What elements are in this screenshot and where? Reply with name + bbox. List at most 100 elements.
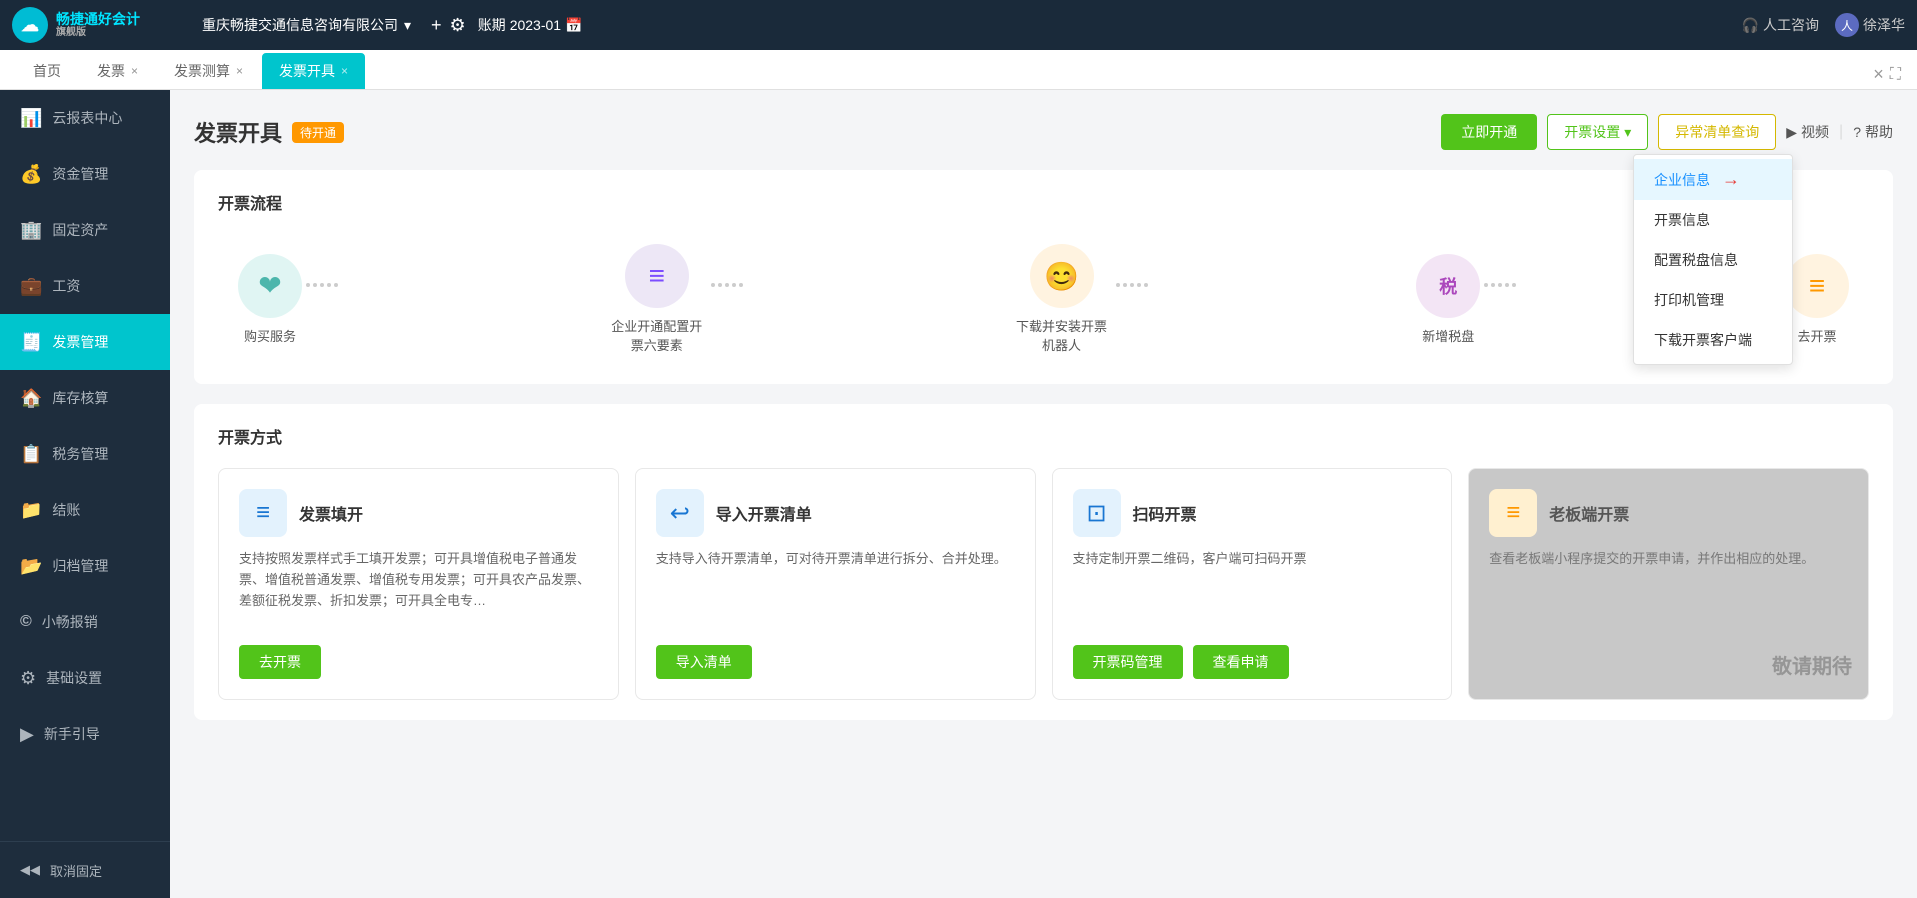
cloud-report-icon: 📊 <box>20 108 42 129</box>
sidebar-item-new-guide[interactable]: ▶ 新手引导 <box>0 706 170 762</box>
sidebar-item-archive-mgmt[interactable]: 📂 归档管理 <box>0 538 170 594</box>
abnormal-list-btn[interactable]: 异常清单查询 <box>1658 114 1776 150</box>
user-profile-btn[interactable]: 人 徐泽华 <box>1835 13 1905 37</box>
step-download-robot-icon: 😊 <box>1030 244 1094 308</box>
page-header: 发票开具 待开通 立即开通 开票设置 ▾ 异常清单查询 ▶ 视频 | ? 帮助 <box>194 114 1893 150</box>
sidebar-payroll-label: 工资 <box>52 276 80 296</box>
step-add-tax-disk: 税 新增税盘 <box>1416 254 1480 345</box>
help-icon: ? <box>1853 124 1861 140</box>
settings-btn[interactable]: 开票设置 ▾ <box>1547 114 1648 150</box>
step-buy-service: ❤ 购买服务 <box>238 254 302 345</box>
step-download-robot-label: 下载并安装开票机器人 <box>1012 316 1112 354</box>
company-selector[interactable]: 重庆畅捷交通信息咨询有限公司 ▾ <box>194 11 419 39</box>
headset-icon: 🎧 <box>1742 17 1759 34</box>
scan-invoice-btns: 开票码管理 查看申请 <box>1073 645 1432 679</box>
scan-invoice-icon: ⊡ <box>1073 489 1121 537</box>
method-card-scan-invoice: ⊡ 扫码开票 支持定制开票二维码，客户端可扫码开票 开票码管理 查看申请 <box>1052 468 1453 700</box>
tab-close-all-icon[interactable]: × <box>1873 64 1884 85</box>
sidebar-scroll: 📊 云报表中心 💰 资金管理 🏢 固定资产 💼 工资 🧾 发票管理 🏠 <box>0 90 170 841</box>
help-btn[interactable]: ? 帮助 <box>1853 122 1893 142</box>
step-open-invoice: ≡ 去开票 <box>1785 254 1849 345</box>
sidebar-item-basic-settings[interactable]: ⚙ 基础设置 <box>0 650 170 706</box>
tab-invoice-calc-close[interactable]: × <box>236 64 243 78</box>
activate-btn[interactable]: 立即开通 <box>1441 114 1537 150</box>
fixed-assets-icon: 🏢 <box>20 220 42 241</box>
sidebar-cancel-fixed-btn[interactable]: ◀◀ 取消固定 <box>0 850 170 890</box>
content-area: 发票开具 待开通 立即开通 开票设置 ▾ 异常清单查询 ▶ 视频 | ? 帮助 <box>170 90 1917 898</box>
user-name: 徐泽华 <box>1863 15 1905 35</box>
video-label: 视频 <box>1801 122 1829 142</box>
tab-invoice-open[interactable]: 发票开具 × <box>262 53 365 89</box>
printer-mgmt-label: 打印机管理 <box>1654 290 1724 310</box>
app-edition: 旗舰版 <box>56 27 140 38</box>
main-layout: 📊 云报表中心 💰 资金管理 🏢 固定资产 💼 工资 🧾 发票管理 🏠 <box>0 90 1917 898</box>
settings-dropdown-menu: 企业信息 → 开票信息 配置税盘信息 打印机管理 下载开票客户端 <box>1633 154 1793 365</box>
tab-invoice-calc[interactable]: 发票测算 × <box>157 53 260 89</box>
sidebar-tax-mgmt-label: 税务管理 <box>52 444 108 464</box>
calendar-icon[interactable]: 📅 <box>565 17 582 34</box>
tab-invoice[interactable]: 发票 × <box>80 53 155 89</box>
scan-invoice-header: ⊡ 扫码开票 <box>1073 489 1432 537</box>
import-invoice-desc: 支持导入待开票清单，可对待开票清单进行拆分、合并处理。 <box>656 549 1015 629</box>
period-value: 2023-01 <box>510 17 561 33</box>
tab-invoice-close[interactable]: × <box>131 64 138 78</box>
sidebar-item-settle[interactable]: 📁 结账 <box>0 482 170 538</box>
step-open-invoice-icon: ≡ <box>1785 254 1849 318</box>
add-icon[interactable]: + <box>431 15 442 36</box>
sidebar-inventory-label: 库存核算 <box>52 388 108 408</box>
play-icon: ▶ <box>1786 124 1797 141</box>
tab-invoice-calc-label: 发票测算 <box>174 61 230 81</box>
sidebar-item-invoice-mgmt[interactable]: 🧾 发票管理 <box>0 314 170 370</box>
method-card-fill-invoice: ≡ 发票填开 支持按照发票样式手工填开发票；可开具增值税电子普通发票、增值税普通… <box>218 468 619 700</box>
fill-invoice-title: 发票填开 <box>299 501 363 525</box>
import-invoice-btn[interactable]: 导入清单 <box>656 645 752 679</box>
top-bar-right: 🎧 人工咨询 人 徐泽华 <box>1742 13 1905 37</box>
fill-invoice-btn[interactable]: 去开票 <box>239 645 321 679</box>
import-invoice-icon: ↩ <box>656 489 704 537</box>
fund-mgmt-icon: 💰 <box>20 164 42 185</box>
new-guide-icon: ▶ <box>20 724 34 745</box>
tab-bar: 首页 发票 × 发票测算 × 发票开具 × × ⛶ <box>0 50 1917 90</box>
invoice-info-label: 开票信息 <box>1654 210 1710 230</box>
divider: | <box>1839 123 1843 141</box>
sidebar-item-tax-mgmt[interactable]: 📋 税务管理 <box>0 426 170 482</box>
step-download-robot: 😊 下载并安装开票机器人 <box>1012 244 1112 354</box>
tab-invoice-open-close[interactable]: × <box>341 64 348 78</box>
video-btn[interactable]: ▶ 视频 <box>1786 122 1829 142</box>
tax-disk-config-label: 配置税盘信息 <box>1654 250 1738 270</box>
dropdown-item-company-info[interactable]: 企业信息 → <box>1634 159 1792 200</box>
scan-invoice-view-apply-btn[interactable]: 查看申请 <box>1193 645 1289 679</box>
unpin-icon: ◀◀ <box>20 862 40 878</box>
dropdown-arrow-icon: → <box>1722 169 1740 190</box>
download-robot-icon: 😊 <box>1044 260 1079 293</box>
sidebar-item-fund-mgmt[interactable]: 💰 资金管理 <box>0 146 170 202</box>
sidebar-item-cloud-report[interactable]: 📊 云报表中心 <box>0 90 170 146</box>
basic-settings-icon: ⚙ <box>20 668 36 689</box>
dropdown-item-tax-disk-config[interactable]: 配置税盘信息 <box>1634 240 1792 280</box>
settings-icon[interactable]: ⚙ <box>450 15 466 36</box>
tab-fullscreen-icon[interactable]: ⛶ <box>1890 66 1901 84</box>
method-card-import-invoice: ↩ 导入开票清单 支持导入待开票清单，可对待开票清单进行拆分、合并处理。 导入清… <box>635 468 1036 700</box>
sidebar-item-payroll[interactable]: 💼 工资 <box>0 258 170 314</box>
scan-invoice-code-mgmt-btn[interactable]: 开票码管理 <box>1073 645 1183 679</box>
sidebar-bottom: ◀◀ 取消固定 <box>0 841 170 898</box>
sidebar-cloud-report-label: 云报表中心 <box>52 108 122 128</box>
inventory-icon: 🏠 <box>20 388 42 409</box>
fill-invoice-desc: 支持按照发票样式手工填开发票；可开具增值税电子普通发票、增值税普通发票、增值税专… <box>239 549 598 629</box>
fill-invoice-header: ≡ 发票填开 <box>239 489 598 537</box>
archive-mgmt-icon: 📂 <box>20 556 42 577</box>
dropdown-item-invoice-info[interactable]: 开票信息 <box>1634 200 1792 240</box>
import-invoice-header: ↩ 导入开票清单 <box>656 489 1015 537</box>
dropdown-item-download-client[interactable]: 下载开票客户端 <box>1634 320 1792 360</box>
page-actions: 立即开通 开票设置 ▾ 异常清单查询 ▶ 视频 | ? 帮助 <box>1441 114 1893 150</box>
customer-service-btn[interactable]: 🎧 人工咨询 <box>1742 15 1819 35</box>
sidebar-item-xiaochangreport[interactable]: © 小畅报销 <box>0 594 170 650</box>
tab-home[interactable]: 首页 <box>16 53 78 89</box>
dropdown-item-printer-mgmt[interactable]: 打印机管理 <box>1634 280 1792 320</box>
tax-mgmt-icon: 📋 <box>20 444 42 465</box>
top-bar: ☁ 畅捷通好会计 旗舰版 重庆畅捷交通信息咨询有限公司 ▾ + ⚙ 账期 202… <box>0 0 1917 50</box>
sidebar-item-fixed-assets[interactable]: 🏢 固定资产 <box>0 202 170 258</box>
sidebar: 📊 云报表中心 💰 资金管理 🏢 固定资产 💼 工资 🧾 发票管理 🏠 <box>0 90 170 898</box>
service-label: 人工咨询 <box>1763 15 1819 35</box>
sidebar-item-inventory[interactable]: 🏠 库存核算 <box>0 370 170 426</box>
